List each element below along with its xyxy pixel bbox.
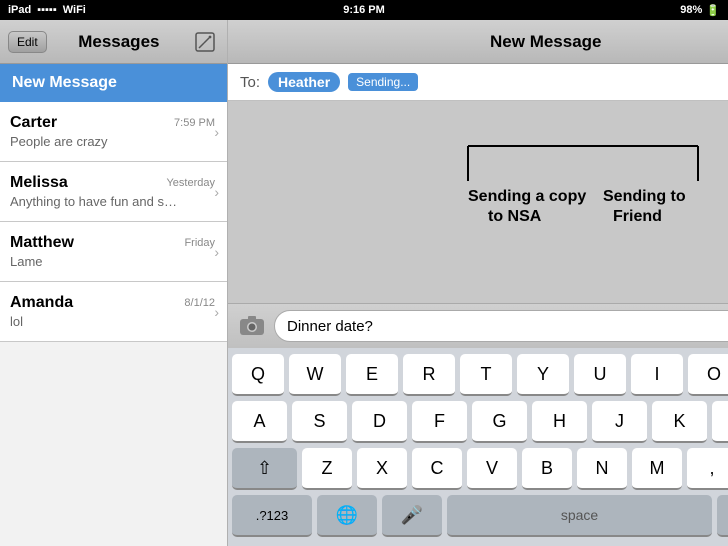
key-n[interactable]: N bbox=[577, 448, 627, 490]
message-preview: Lame bbox=[10, 254, 180, 269]
battery-icon: 🔋 bbox=[706, 4, 720, 17]
to-input-area[interactable]: Heather Sending... bbox=[268, 72, 728, 92]
status-bar: iPad ▪▪▪▪▪ WiFi 9:16 PM 98% 🔋 bbox=[0, 0, 728, 20]
wifi-icon: WiFi bbox=[63, 4, 86, 16]
key-m[interactable]: M bbox=[632, 448, 682, 490]
key-u[interactable]: U bbox=[574, 354, 626, 396]
message-preview: lol bbox=[10, 314, 180, 329]
new-message-item[interactable]: New Message bbox=[0, 64, 227, 102]
messages-panel: Edit Messages New Message Carter 7:59 PM bbox=[0, 20, 228, 546]
key-b[interactable]: B bbox=[522, 448, 572, 490]
key-o[interactable]: O bbox=[688, 354, 728, 396]
message-time: 7:59 PM bbox=[174, 117, 215, 129]
compose-icon[interactable] bbox=[191, 28, 219, 56]
message-time: Yesterday bbox=[166, 177, 215, 189]
key-l[interactable]: L bbox=[712, 401, 728, 443]
keyboard-row-3: ⇧ Z X C V B N M , . ⇧ bbox=[232, 448, 728, 490]
key-z[interactable]: Z bbox=[302, 448, 352, 490]
signal-icon: ▪▪▪▪▪ bbox=[37, 4, 57, 16]
key-h[interactable]: H bbox=[532, 401, 587, 443]
chevron-icon: › bbox=[214, 184, 219, 200]
keyboard-row-4: .?123 🌐 🎤 space .?123 ⌨ bbox=[232, 495, 728, 537]
shift-key-left[interactable]: ⇧ bbox=[232, 448, 297, 490]
keyboard-row-1: Q W E R T Y U I O P ⌫ bbox=[232, 354, 728, 396]
annotation-diagram: Sending a copy to NSA Sending to Friend bbox=[458, 141, 718, 291]
chat-title: New Message bbox=[490, 32, 602, 52]
chat-panel: New Message Cancel To: Heather Sending..… bbox=[228, 20, 728, 546]
svg-text:Sending to: Sending to bbox=[603, 188, 686, 205]
svg-text:Friend: Friend bbox=[613, 208, 662, 225]
message-input[interactable] bbox=[274, 310, 728, 342]
key-comma[interactable]: , bbox=[687, 448, 728, 490]
battery-label: 98% bbox=[680, 4, 702, 16]
recipient-tag[interactable]: Heather bbox=[268, 72, 340, 92]
key-q[interactable]: Q bbox=[232, 354, 284, 396]
chevron-icon: › bbox=[214, 124, 219, 140]
key-w[interactable]: W bbox=[289, 354, 341, 396]
status-time: 9:16 PM bbox=[343, 4, 385, 16]
messages-title: Messages bbox=[78, 32, 159, 52]
carrier-label: iPad bbox=[8, 4, 31, 16]
to-field: To: Heather Sending... bbox=[228, 64, 728, 101]
num-key-left[interactable]: .?123 bbox=[232, 495, 312, 537]
key-i[interactable]: I bbox=[631, 354, 683, 396]
chevron-icon: › bbox=[214, 304, 219, 320]
message-list: Carter 7:59 PM People are crazy › Meliss… bbox=[0, 102, 227, 546]
conversation-item-melissa[interactable]: Melissa Yesterday Anything to have fun a… bbox=[0, 162, 227, 222]
chat-header: New Message Cancel bbox=[228, 20, 728, 64]
key-f[interactable]: F bbox=[412, 401, 467, 443]
key-r[interactable]: R bbox=[403, 354, 455, 396]
mic-key[interactable]: 🎤 bbox=[382, 495, 442, 537]
chat-area: Sending a copy to NSA Sending to Friend bbox=[228, 101, 728, 303]
contact-name: Melissa bbox=[10, 174, 68, 192]
key-g[interactable]: G bbox=[472, 401, 527, 443]
key-k[interactable]: K bbox=[652, 401, 707, 443]
conversation-item-matthew[interactable]: Matthew Friday Lame › bbox=[0, 222, 227, 282]
to-label: To: bbox=[240, 74, 260, 91]
key-a[interactable]: A bbox=[232, 401, 287, 443]
sending-indicator: Sending... bbox=[348, 73, 418, 91]
key-j[interactable]: J bbox=[592, 401, 647, 443]
edit-button[interactable]: Edit bbox=[8, 31, 47, 53]
status-right: 98% 🔋 bbox=[680, 4, 720, 17]
contact-name: Matthew bbox=[10, 234, 74, 252]
message-time: Friday bbox=[184, 237, 215, 249]
space-key[interactable]: space bbox=[447, 495, 712, 537]
message-preview: People are crazy bbox=[10, 134, 180, 149]
key-d[interactable]: D bbox=[352, 401, 407, 443]
svg-text:Sending a copy: Sending a copy bbox=[468, 188, 586, 205]
status-left: iPad ▪▪▪▪▪ WiFi bbox=[8, 4, 86, 16]
camera-button[interactable] bbox=[236, 310, 268, 342]
key-c[interactable]: C bbox=[412, 448, 462, 490]
chevron-icon: › bbox=[214, 244, 219, 260]
keyboard-row-2: A S D F G H J K L return bbox=[232, 401, 728, 443]
keyboard: Q W E R T Y U I O P ⌫ A S D F G H J bbox=[228, 348, 728, 546]
emoji-key[interactable]: 🌐 bbox=[317, 495, 377, 537]
message-preview: Anything to have fun and something to re… bbox=[10, 194, 180, 209]
key-s[interactable]: S bbox=[292, 401, 347, 443]
contact-name: Carter bbox=[10, 114, 57, 132]
num-key-right[interactable]: .?123 bbox=[717, 495, 728, 537]
message-input-area: Send bbox=[228, 303, 728, 348]
messages-header: Edit Messages bbox=[0, 20, 227, 64]
contact-name: Amanda bbox=[10, 294, 73, 312]
message-time: 8/1/12 bbox=[184, 297, 215, 309]
key-y[interactable]: Y bbox=[517, 354, 569, 396]
key-v[interactable]: V bbox=[467, 448, 517, 490]
conversation-item-amanda[interactable]: Amanda 8/1/12 lol › bbox=[0, 282, 227, 342]
key-e[interactable]: E bbox=[346, 354, 398, 396]
key-x[interactable]: X bbox=[357, 448, 407, 490]
conversation-item-carter[interactable]: Carter 7:59 PM People are crazy › bbox=[0, 102, 227, 162]
svg-text:to NSA: to NSA bbox=[488, 208, 542, 225]
key-t[interactable]: T bbox=[460, 354, 512, 396]
